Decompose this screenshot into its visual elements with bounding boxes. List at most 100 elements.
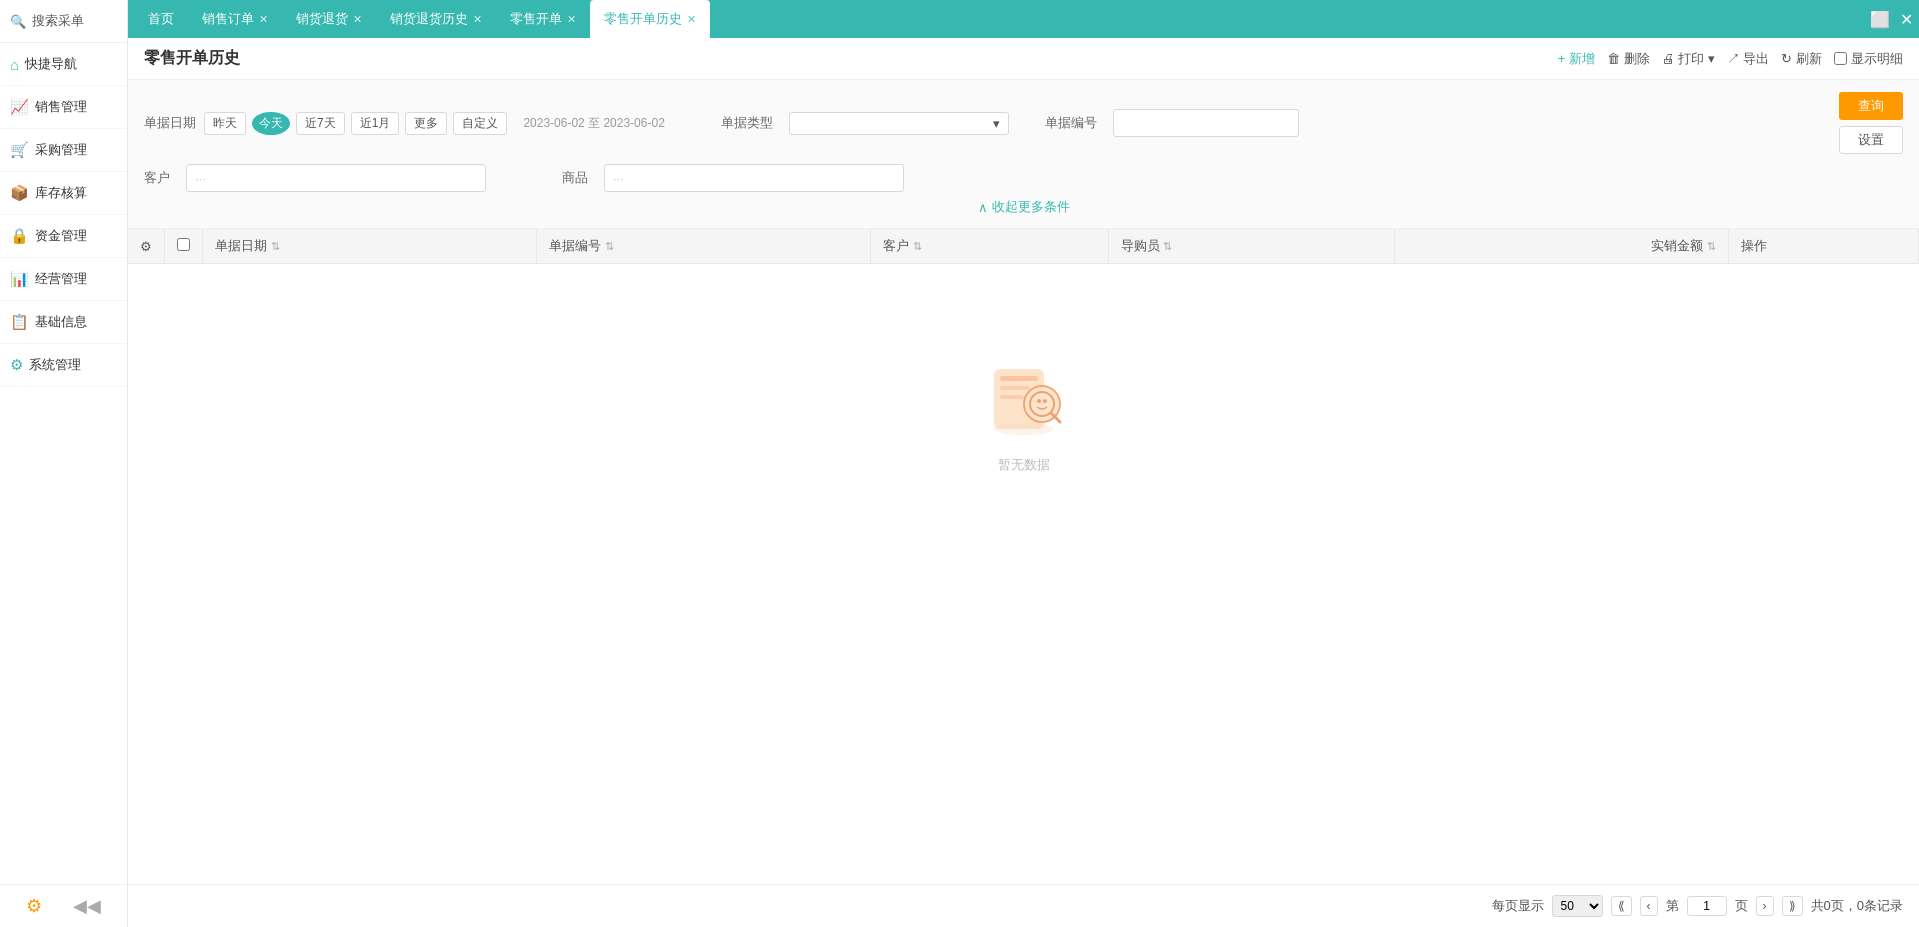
tab-home-label: 首页 xyxy=(148,10,174,28)
print-label: 🖨 打印 ▾ xyxy=(1662,50,1715,68)
sidebar-item-basic-info[interactable]: 📋 基础信息 xyxy=(0,301,127,344)
collapse-icon: ∧ xyxy=(978,200,988,215)
sidebar: 🔍 搜索采单 ⌂ 快捷导航 📈 销售管理 🛒 采购管理 📦 库存核算 🔒 资金管… xyxy=(0,0,128,927)
settings-button[interactable]: 设置 xyxy=(1839,126,1903,154)
sidebar-item-label: 快捷导航 xyxy=(25,55,77,73)
tab-sales-order[interactable]: 销售订单 ✕ xyxy=(188,0,282,38)
print-button[interactable]: 🖨 打印 ▾ xyxy=(1662,50,1715,68)
page-header: 零售开单历史 + 新增 🗑 删除 🖨 打印 ▾ ↗ 导出 ↻ 刷新 xyxy=(128,38,1919,80)
delete-button[interactable]: 🗑 删除 xyxy=(1607,50,1650,68)
sort-icon[interactable]: ⇅ xyxy=(605,240,614,252)
tab-home[interactable]: 首页 xyxy=(134,0,188,38)
home-icon: ⌂ xyxy=(10,56,19,73)
sidebar-search-label: 搜索采单 xyxy=(32,12,84,30)
customer-dots: ··· xyxy=(195,171,206,186)
sort-icon[interactable]: ⇅ xyxy=(1163,240,1172,252)
sales-icon: 📈 xyxy=(10,98,29,116)
filter-area: 单据日期 昨天 今天 近7天 近1月 更多 自定义 2023-06-02 至 2… xyxy=(128,80,1919,229)
sidebar-item-sales-mgmt[interactable]: 📈 销售管理 xyxy=(0,86,127,129)
sidebar-search[interactable]: 🔍 搜索采单 xyxy=(0,0,127,43)
th-amount-label: 实销金额 xyxy=(1651,238,1703,253)
number-input[interactable] xyxy=(1113,109,1299,137)
tab-retail-open[interactable]: 零售开单 ✕ xyxy=(496,0,590,38)
display-toggle[interactable]: 显示明细 xyxy=(1834,50,1903,68)
type-select[interactable]: ▾ xyxy=(789,112,1009,135)
total-text: 共0页，0条记录 xyxy=(1811,897,1903,915)
settings-icon[interactable]: ⚙ xyxy=(26,895,42,917)
sidebar-item-purchase-mgmt[interactable]: 🛒 采购管理 xyxy=(0,129,127,172)
goods-label: 商品 xyxy=(562,169,588,187)
delete-label: 🗑 删除 xyxy=(1607,50,1650,68)
select-all-checkbox[interactable] xyxy=(177,238,190,251)
next-page-button[interactable]: › xyxy=(1756,896,1774,916)
sidebar-item-operations[interactable]: 📊 经营管理 xyxy=(0,258,127,301)
type-label: 单据类型 xyxy=(721,114,773,132)
th-gear[interactable]: ⚙ xyxy=(128,229,165,264)
th-check[interactable] xyxy=(165,229,203,264)
operations-icon: 📊 xyxy=(10,270,29,288)
first-page-button[interactable]: ⟪ xyxy=(1611,896,1632,916)
sidebar-item-label: 资金管理 xyxy=(35,227,87,245)
tab-close-icon[interactable]: ✕ xyxy=(473,13,482,26)
export-button[interactable]: ↗ 导出 xyxy=(1727,50,1770,68)
tab-close-icon[interactable]: ✕ xyxy=(353,13,362,26)
date-btn-today[interactable]: 今天 xyxy=(252,112,290,135)
goods-input[interactable]: ··· xyxy=(604,164,904,192)
pagination: 每页显示 50 10 20 100 ⟪ ‹ 第 页 › ⟫ 共0页，0条记录 xyxy=(128,884,1919,927)
sidebar-item-finance[interactable]: 🔒 资金管理 xyxy=(0,215,127,258)
th-date: 单据日期 ⇅ xyxy=(203,229,537,264)
sidebar-item-inventory[interactable]: 📦 库存核算 xyxy=(0,172,127,215)
tab-sales-return[interactable]: 销货退货 ✕ xyxy=(282,0,376,38)
tab-retail-open-label: 零售开单 xyxy=(510,10,562,28)
display-toggle-label: 显示明细 xyxy=(1851,50,1903,68)
page-input[interactable] xyxy=(1687,896,1727,916)
th-salesperson: 导购员 ⇅ xyxy=(1108,229,1394,264)
tab-bar-right: ⬜ ✕ xyxy=(1870,10,1913,29)
date-btn-custom[interactable]: 自定义 xyxy=(453,112,507,135)
refresh-button[interactable]: ↻ 刷新 xyxy=(1781,50,1822,68)
last-page-button[interactable]: ⟫ xyxy=(1782,896,1803,916)
date-btn-7days[interactable]: 近7天 xyxy=(296,112,345,135)
tab-retail-history[interactable]: 零售开单历史 ✕ xyxy=(590,0,710,38)
sidebar-item-quick-nav[interactable]: ⌂ 快捷导航 xyxy=(0,43,127,86)
inventory-icon: 📦 xyxy=(10,184,29,202)
tab-retail-history-label: 零售开单历史 xyxy=(604,10,682,28)
gear-icon[interactable]: ⚙ xyxy=(140,239,152,254)
query-button[interactable]: 查询 xyxy=(1839,92,1903,120)
search-icon: 🔍 xyxy=(10,14,26,29)
th-customer-label: 客户 xyxy=(883,238,909,253)
window-close-icon[interactable]: ✕ xyxy=(1900,10,1913,29)
filter-date-field: 单据日期 昨天 今天 近7天 近1月 更多 自定义 2023-06-02 至 2… xyxy=(144,112,665,135)
tab-close-icon[interactable]: ✕ xyxy=(259,13,268,26)
tab-sales-order-label: 销售订单 xyxy=(202,10,254,28)
date-btn-yesterday[interactable]: 昨天 xyxy=(204,112,246,135)
toolbar: + 新增 🗑 删除 🖨 打印 ▾ ↗ 导出 ↻ 刷新 显示明细 xyxy=(1558,50,1903,68)
date-btn-1month[interactable]: 近1月 xyxy=(351,112,400,135)
empty-state: 暂无数据 xyxy=(128,264,1919,554)
customer-input[interactable]: ··· xyxy=(186,164,486,192)
tab-sales-return-history-label: 销货退货历史 xyxy=(390,10,468,28)
sort-icon[interactable]: ⇅ xyxy=(913,240,922,252)
th-amount: 实销金额 ⇅ xyxy=(1394,229,1728,264)
add-label: + 新增 xyxy=(1558,50,1595,68)
sidebar-item-label: 库存核算 xyxy=(35,184,87,202)
sidebar-item-sys-mgmt[interactable]: ⚙ 系统管理 xyxy=(0,344,127,387)
tab-close-icon[interactable]: ✕ xyxy=(687,13,696,26)
window-restore-icon[interactable]: ⬜ xyxy=(1870,10,1890,29)
per-page-select[interactable]: 50 10 20 100 xyxy=(1552,895,1603,917)
tab-close-icon[interactable]: ✕ xyxy=(567,13,576,26)
sort-icon[interactable]: ⇅ xyxy=(271,240,280,252)
sidebar-item-label: 采购管理 xyxy=(35,141,87,159)
prev-page-button[interactable]: ‹ xyxy=(1640,896,1658,916)
sidebar-item-label: 经营管理 xyxy=(35,270,87,288)
collapse-sidebar-icon[interactable]: ◀◀ xyxy=(73,895,101,917)
tab-sales-return-history[interactable]: 销货退货历史 ✕ xyxy=(376,0,496,38)
sort-icon[interactable]: ⇅ xyxy=(1707,240,1716,252)
add-button[interactable]: + 新增 xyxy=(1558,50,1595,68)
display-toggle-checkbox[interactable] xyxy=(1834,52,1847,65)
sidebar-item-label: 系统管理 xyxy=(29,356,81,374)
filter-collapse[interactable]: ∧ 收起更多条件 xyxy=(144,198,1903,216)
main-area: 首页 销售订单 ✕ 销货退货 ✕ 销货退货历史 ✕ 零售开单 ✕ 零售开单历史 … xyxy=(128,0,1919,927)
date-btn-more[interactable]: 更多 xyxy=(405,112,447,135)
per-page-label: 每页显示 xyxy=(1492,897,1544,915)
